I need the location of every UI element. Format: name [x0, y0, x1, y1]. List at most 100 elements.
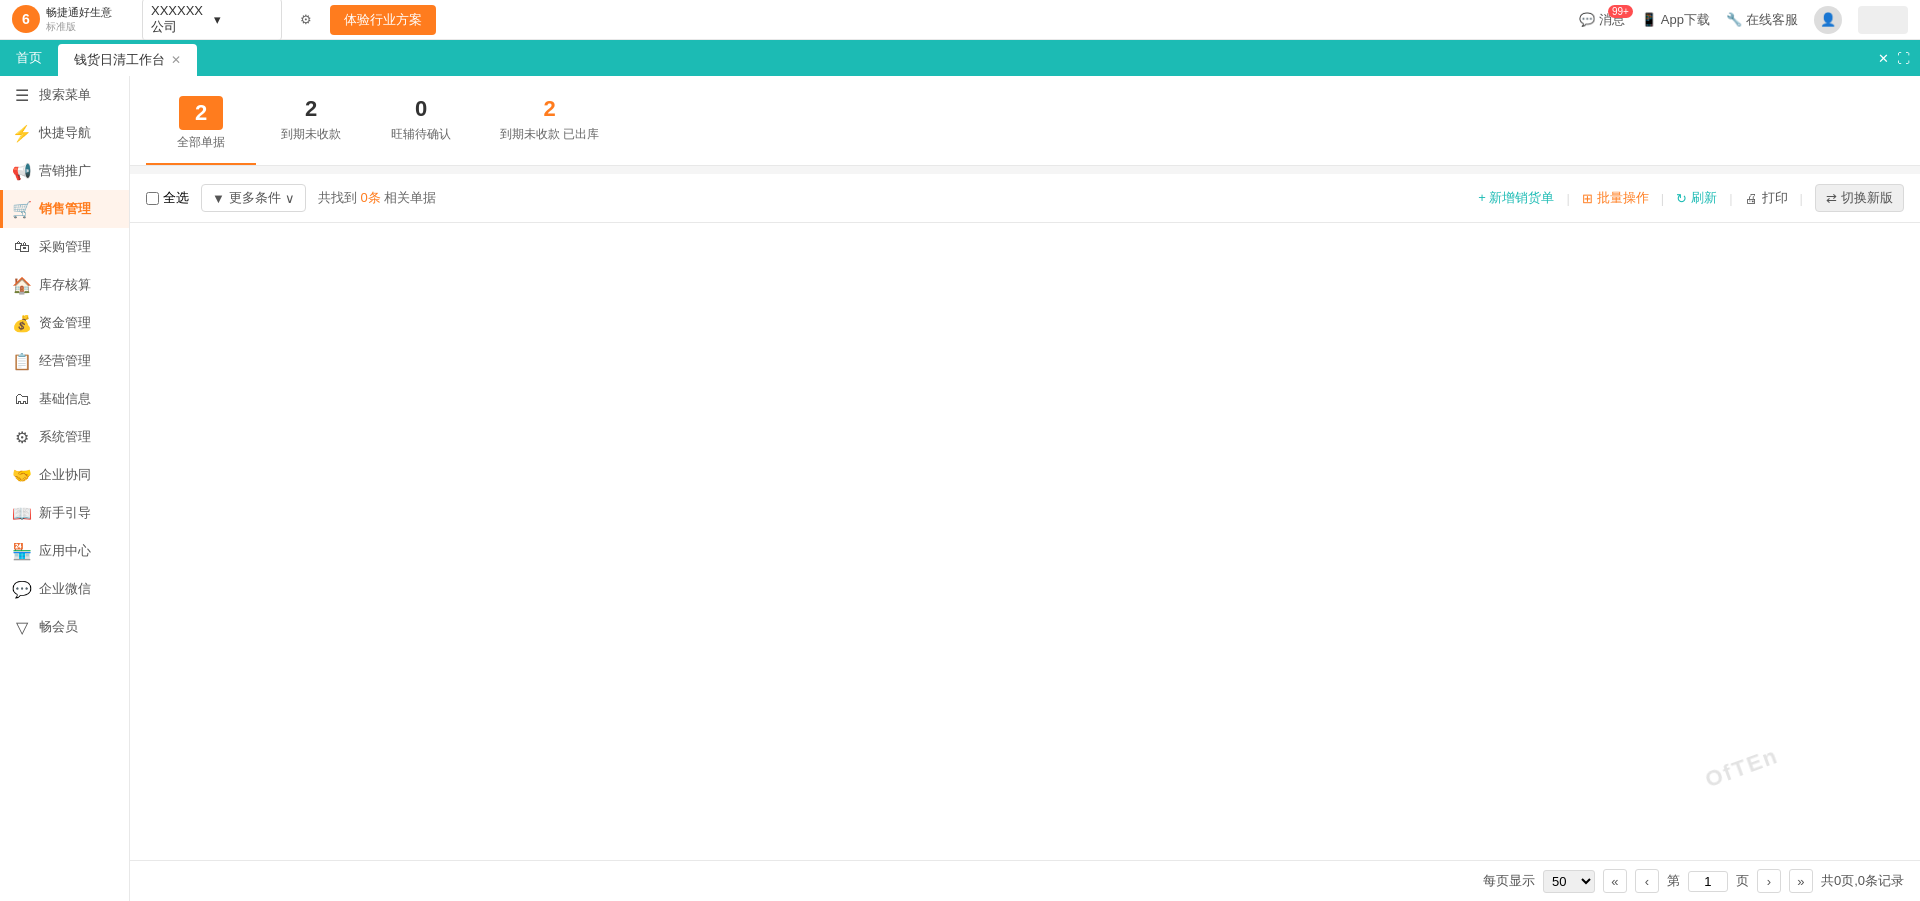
company-name: XXXXXX公司: [151, 3, 210, 36]
online-service-button[interactable]: 🔧 在线客服: [1726, 11, 1798, 29]
expand-window-icon[interactable]: ⛶: [1897, 51, 1910, 66]
select-all-checkbox[interactable]: 全选: [146, 189, 189, 207]
sidebar-item-inventory[interactable]: 🏠 库存核算: [0, 266, 129, 304]
table-area: [130, 223, 1920, 860]
sidebar-item-system[interactable]: ⚙ 系统管理: [0, 418, 129, 456]
tab-close-icon[interactable]: ✕: [171, 53, 181, 67]
refresh-button[interactable]: ↻ 刷新: [1676, 189, 1717, 207]
stat-all-label: 全部单据: [170, 134, 232, 151]
stats-tabs: 2 全部单据 2 到期未收款 0 旺辅待确认 2 到期未收款 已出库: [130, 76, 1920, 166]
sidebar-inventory-label: 库存核算: [39, 276, 91, 294]
filter-label: 更多条件: [229, 189, 281, 207]
sidebar-item-wechat[interactable]: 💬 企业微信: [0, 570, 129, 608]
page-suffix: 页: [1736, 872, 1749, 890]
filter-button[interactable]: ▼ 更多条件 ∨: [201, 184, 306, 212]
close-window-icon[interactable]: ✕: [1878, 51, 1889, 66]
stat-tab-pending[interactable]: 0 旺辅待确认: [366, 88, 476, 165]
first-page-button[interactable]: «: [1603, 869, 1627, 893]
switch-version-button[interactable]: ⇄ 切换新版: [1815, 184, 1904, 212]
stat-tab-overdue[interactable]: 2 到期未收款: [256, 88, 366, 165]
user-name-area[interactable]: [1858, 6, 1908, 34]
toolbar-right: + 新增销货单 | ⊞ 批量操作 | ↻ 刷新 | 🖨 打印 | ⇄: [1478, 184, 1904, 212]
sidebar-basics-label: 基础信息: [39, 390, 91, 408]
sidebar-guide-label: 新手引导: [39, 504, 91, 522]
sidebar-item-marketing[interactable]: 📢 营销推广: [0, 152, 129, 190]
stat-pending-label: 旺辅待确认: [390, 126, 452, 143]
page-size-select[interactable]: 50 100 200: [1543, 870, 1595, 893]
sidebar-item-enterprise[interactable]: 🤝 企业协同: [0, 456, 129, 494]
refresh-icon: ↻: [1676, 191, 1687, 206]
stat-overdue-num: 2: [280, 96, 342, 122]
switch-label: 切换新版: [1841, 189, 1893, 207]
tab-bar-actions: ✕ ⛶: [1878, 51, 1910, 66]
found-suffix: 相关单据: [384, 190, 436, 205]
trial-button[interactable]: 体验行业方案: [330, 5, 436, 35]
dropdown-arrow-icon: ▾: [214, 12, 273, 27]
sidebar-item-search[interactable]: ☰ 搜索菜单: [0, 76, 129, 114]
found-text: 共找到 0条 相关单据: [318, 189, 436, 207]
stat-tab-shipped[interactable]: 2 到期未收款 已出库: [476, 88, 623, 165]
last-page-button[interactable]: »: [1789, 869, 1813, 893]
sidebar-sales-label: 销售管理: [39, 200, 91, 218]
sidebar-operations-label: 经营管理: [39, 352, 91, 370]
add-sales-order-button[interactable]: + 新增销货单: [1478, 189, 1554, 207]
sidebar-item-finance[interactable]: 💰 资金管理: [0, 304, 129, 342]
sidebar-item-guide[interactable]: 📖 新手引导: [0, 494, 129, 532]
settings-button[interactable]: ⚙: [292, 6, 320, 34]
tab-workbench-label: 钱货日清工作台: [74, 51, 165, 69]
tab-bar: 首页 钱货日清工作台 ✕ ✕ ⛶: [0, 40, 1920, 76]
next-page-button[interactable]: ›: [1757, 869, 1781, 893]
sidebar-appstore-label: 应用中心: [39, 542, 91, 560]
toolbar: 全选 ▼ 更多条件 ∨ 共找到 0条 相关单据 + 新增销货单 | ⊞: [130, 174, 1920, 223]
quicknav-icon: ⚡: [13, 124, 31, 142]
sidebar-item-sales[interactable]: 🛒 销售管理: [0, 190, 129, 228]
online-service-label: 在线客服: [1746, 11, 1798, 29]
logo-icon: 6: [12, 5, 40, 33]
tab-home[interactable]: 首页: [0, 40, 58, 76]
print-button[interactable]: 🖨 打印: [1745, 189, 1788, 207]
page-input[interactable]: [1688, 871, 1728, 892]
sidebar-item-operations[interactable]: 📋 经营管理: [0, 342, 129, 380]
sidebar-item-appstore[interactable]: 🏪 应用中心: [0, 532, 129, 570]
stat-pending-num: 0: [390, 96, 452, 122]
content-area: 2 全部单据 2 到期未收款 0 旺辅待确认 2 到期未收款 已出库 全选: [130, 76, 1920, 901]
batch-label: 批量操作: [1597, 189, 1649, 207]
header-right: 💬 消息 99+ 📱 App下载 🔧 在线客服 👤: [1579, 6, 1908, 34]
toolbar-left: 全选 ▼ 更多条件 ∨ 共找到 0条 相关单据: [146, 184, 448, 212]
print-label: 打印: [1762, 189, 1788, 207]
sidebar-marketing-label: 营销推广: [39, 162, 91, 180]
wechat-icon: 💬: [13, 580, 31, 598]
batch-operation-button[interactable]: ⊞ 批量操作: [1582, 189, 1649, 207]
company-selector[interactable]: XXXXXX公司 ▾: [142, 0, 282, 41]
avatar[interactable]: 👤: [1814, 6, 1842, 34]
gear-icon: ⚙: [300, 12, 312, 27]
search-icon: ☰: [13, 86, 31, 104]
switch-icon: ⇄: [1826, 191, 1837, 206]
logo-name: 畅捷通好生意: [46, 5, 112, 19]
operations-icon: 📋: [13, 352, 31, 370]
sidebar-quicknav-label: 快捷导航: [39, 124, 91, 142]
stat-tab-all[interactable]: 2 全部单据: [146, 88, 256, 165]
appstore-icon: 🏪: [13, 542, 31, 560]
finance-icon: 💰: [13, 314, 31, 332]
stat-overdue-label: 到期未收款: [280, 126, 342, 143]
prev-page-button[interactable]: ‹: [1635, 869, 1659, 893]
service-icon: 🔧: [1726, 12, 1742, 27]
sidebar-search-label: 搜索菜单: [39, 86, 91, 104]
page-size-label: 每页显示: [1483, 872, 1535, 890]
sidebar-item-basics[interactable]: 🗂 基础信息: [0, 380, 129, 418]
sidebar-item-quicknav[interactable]: ⚡ 快捷导航: [0, 114, 129, 152]
marketing-icon: 📢: [13, 162, 31, 180]
select-all-input[interactable]: [146, 192, 159, 205]
logo-area: 6 畅捷通好生意 标准版: [12, 5, 132, 33]
message-button[interactable]: 💬 消息 99+: [1579, 11, 1625, 29]
app-download-button[interactable]: 📱 App下载: [1641, 11, 1710, 29]
sidebar-system-label: 系统管理: [39, 428, 91, 446]
logo-text: 畅捷通好生意 标准版: [46, 5, 112, 33]
sidebar-item-purchase[interactable]: 🛍 采购管理: [0, 228, 129, 266]
batch-icon: ⊞: [1582, 191, 1593, 206]
tab-workbench[interactable]: 钱货日清工作台 ✕: [58, 44, 197, 76]
sidebar-item-member[interactable]: ▽ 畅会员: [0, 608, 129, 646]
system-icon: ⚙: [13, 428, 31, 446]
avatar-icon: 👤: [1820, 12, 1836, 27]
